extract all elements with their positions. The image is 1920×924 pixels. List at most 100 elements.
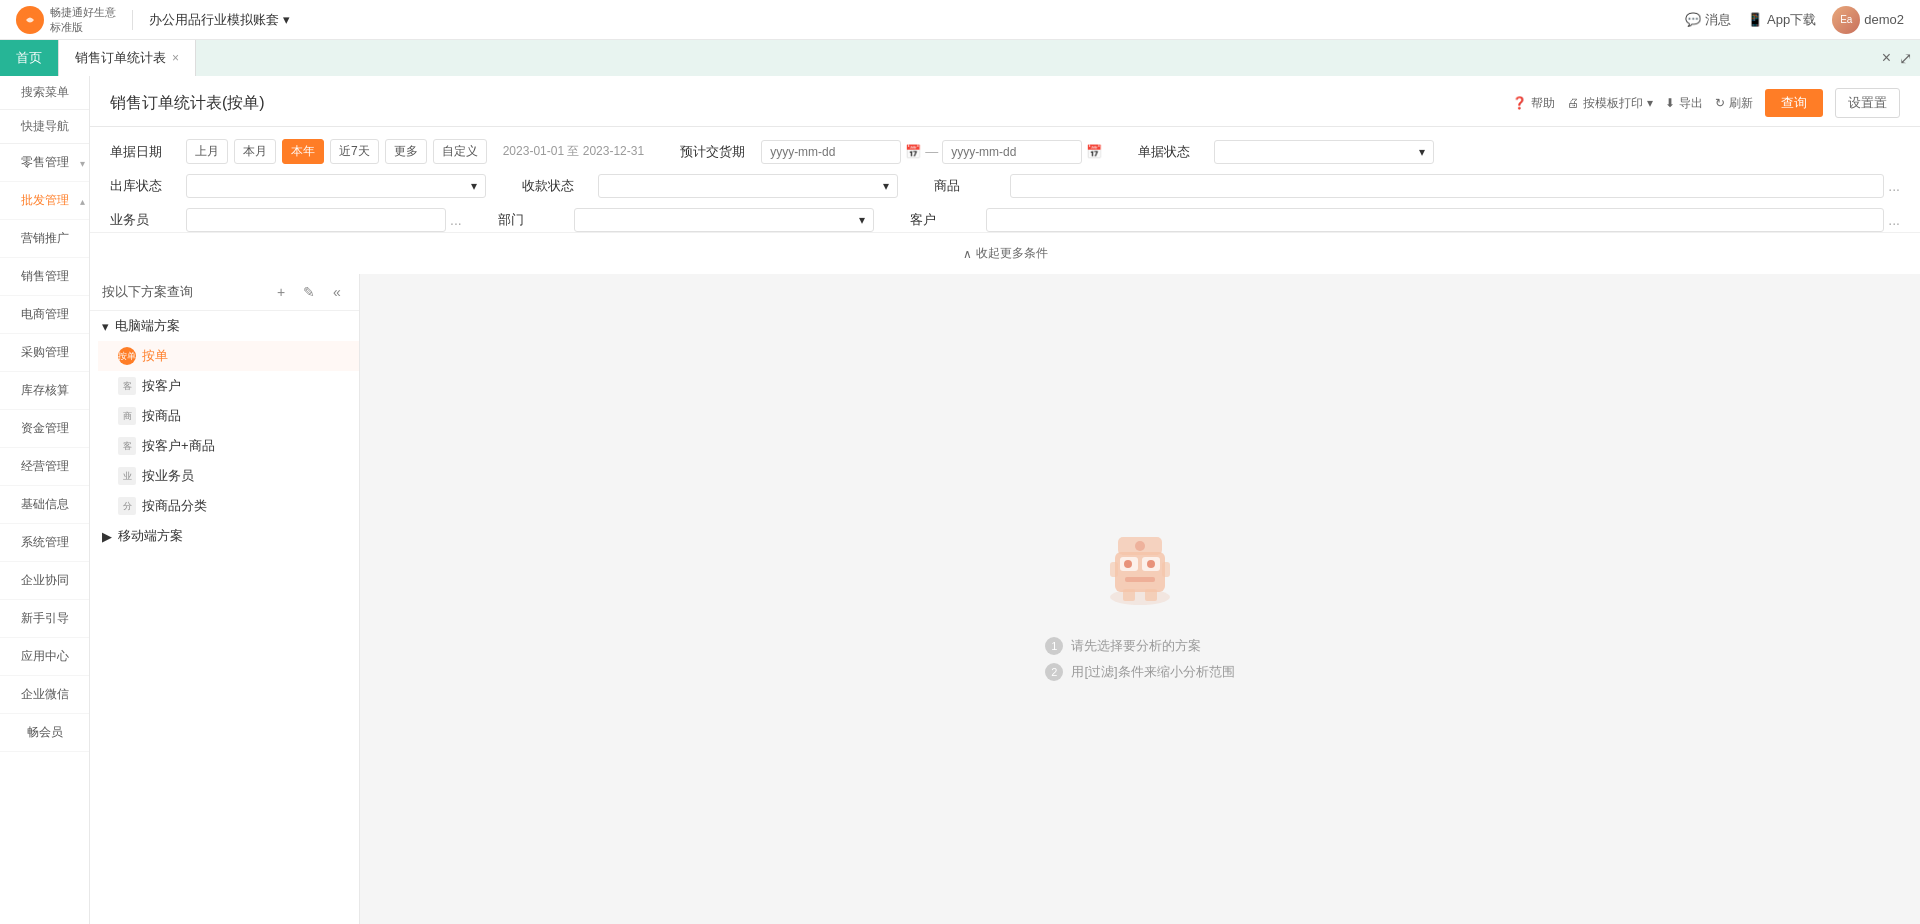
tab-sales-stat[interactable]: 销售订单统计表 × <box>59 40 196 76</box>
logo-icon <box>16 6 44 34</box>
user-menu[interactable]: Ea demo2 <box>1832 6 1904 34</box>
sidebar-item-system[interactable]: 系统管理 <box>0 524 89 562</box>
sidebar-item-enterprise[interactable]: 企业协同 <box>0 562 89 600</box>
help-button[interactable]: ❓ 帮助 <box>1512 95 1555 112</box>
logo-area: 畅捷通好生意 标准版 <box>16 5 116 34</box>
logo-divider <box>132 10 133 30</box>
svg-rect-9 <box>1162 562 1170 577</box>
settings-button[interactable]: 设置置 <box>1835 88 1900 118</box>
template-print-button[interactable]: 🖨 按模板打印 ▾ <box>1567 95 1653 112</box>
pay-status-label: 收款状态 <box>522 177 582 195</box>
sidebar-item-appcenter[interactable]: 应用中心 <box>0 638 89 676</box>
filter-row-3: 业务员 ... 部门 ▾ 客户 ... <box>110 208 1900 232</box>
tip-num-2: 2 <box>1045 663 1063 681</box>
date-btn-custom[interactable]: 自定义 <box>433 139 487 164</box>
out-status-select[interactable]: ▾ <box>186 174 486 198</box>
tree-item-by-category[interactable]: 分 按商品分类 <box>98 491 359 521</box>
add-scheme-icon[interactable]: + <box>271 282 291 302</box>
sidebar-item-purchase[interactable]: 采购管理 <box>0 334 89 372</box>
message-button[interactable]: 💬 消息 <box>1685 11 1731 29</box>
empty-illustration <box>1090 517 1190 617</box>
goods-input-area: ... <box>1010 174 1900 198</box>
collapse-icon: ∧ <box>963 247 972 261</box>
collapse-panel-icon[interactable]: « <box>327 282 347 302</box>
workspace-selector[interactable]: 办公用品行业模拟账套 ▾ <box>149 11 290 29</box>
sidebar-search[interactable]: 搜索菜单 <box>0 76 89 110</box>
customer-input[interactable] <box>986 208 1885 232</box>
print-icon: 🖨 <box>1567 96 1579 110</box>
sidebar-item-management[interactable]: 经营管理 <box>0 448 89 486</box>
empty-state: 1 请先选择要分析的方案 2 用[过滤]条件来缩小分析范围 <box>1005 477 1274 721</box>
left-panel-title: 按以下方案查询 <box>102 283 263 301</box>
refresh-button[interactable]: ↻ 刷新 <box>1715 95 1753 112</box>
avatar: Ea <box>1832 6 1860 34</box>
tree-item-by-sales[interactable]: 业 按业务员 <box>98 461 359 491</box>
sidebar-item-guide[interactable]: 新手引导 <box>0 600 89 638</box>
by-customer-icon: 客 <box>118 377 136 395</box>
tip-num-1: 1 <box>1045 637 1063 655</box>
tree-parent-pc[interactable]: ▾ 电脑端方案 <box>90 311 359 341</box>
empty-tip-1: 1 请先选择要分析的方案 <box>1045 637 1234 655</box>
sidebar-item-marketing[interactable]: 营销推广 <box>0 220 89 258</box>
dept-arrow-icon: ▾ <box>859 213 865 227</box>
filter-row-2: 出库状态 ▾ 收款状态 ▾ 商品 ... <box>110 174 1900 198</box>
tab-expand-icon[interactable]: ⤢ <box>1899 49 1912 68</box>
collapse-button[interactable]: ∧ 收起更多条件 <box>957 239 1054 268</box>
sidebar-item-member[interactable]: 畅会员 <box>0 714 89 752</box>
sales-input[interactable] <box>186 208 446 232</box>
goods-more-icon[interactable]: ... <box>1888 178 1900 194</box>
edit-scheme-icon[interactable]: ✎ <box>299 282 319 302</box>
tab-minimize-icon[interactable]: × <box>1882 49 1891 67</box>
by-goods-icon: 商 <box>118 407 136 425</box>
date-btn-last-month[interactable]: 上月 <box>186 139 228 164</box>
sales-more-icon[interactable]: ... <box>450 212 462 228</box>
sidebar-item-retail[interactable]: 零售管理 ▾ <box>0 144 89 182</box>
tree-item-by-customer[interactable]: 客 按客户 <box>98 371 359 401</box>
split-layout: 按以下方案查询 + ✎ « ▾ 电脑端方案 按单 按单 <box>90 274 1920 924</box>
tree-item-by-customer-goods[interactable]: 客 按客户+商品 <box>98 431 359 461</box>
by-category-icon: 分 <box>118 497 136 515</box>
expected-date-end[interactable] <box>942 140 1082 164</box>
date-btn-this-year[interactable]: 本年 <box>282 139 324 164</box>
status-arrow-icon: ▾ <box>1419 145 1425 159</box>
sidebar-item-ecommerce[interactable]: 电商管理 <box>0 296 89 334</box>
customer-more-icon[interactable]: ... <box>1888 212 1900 228</box>
status-select[interactable]: ▾ <box>1214 140 1434 164</box>
tree-item-by-order[interactable]: 按单 按单 <box>98 341 359 371</box>
tree-item-by-goods[interactable]: 商 按商品 <box>98 401 359 431</box>
date-separator: — <box>925 144 938 159</box>
expected-date-start[interactable] <box>761 140 901 164</box>
dept-select[interactable]: ▾ <box>574 208 874 232</box>
sidebar-item-wechat[interactable]: 企业微信 <box>0 676 89 714</box>
sidebar-item-wholesale[interactable]: 批发管理 ▴ <box>0 182 89 220</box>
logo-text: 畅捷通好生意 标准版 <box>50 5 116 34</box>
workspace-arrow-icon: ▾ <box>283 12 290 27</box>
export-button[interactable]: ⬇ 导出 <box>1665 95 1703 112</box>
by-sales-icon: 业 <box>118 467 136 485</box>
tree-parent-mobile[interactable]: ▶ 移动端方案 <box>90 521 359 551</box>
sidebar-item-sales[interactable]: 销售管理 <box>0 258 89 296</box>
tab-home[interactable]: 首页 <box>0 40 59 76</box>
sidebar-item-basic[interactable]: 基础信息 <box>0 486 89 524</box>
date-btn-7days[interactable]: 近7天 <box>330 139 379 164</box>
app-download-button[interactable]: 📱 App下载 <box>1747 11 1816 29</box>
page-header: 销售订单统计表(按单) ❓ 帮助 🖨 按模板打印 ▾ ⬇ 导出 ↻ 刷新 <box>90 76 1920 127</box>
pay-status-select[interactable]: ▾ <box>598 174 898 198</box>
top-bar: 畅捷通好生意 标准版 办公用品行业模拟账套 ▾ 💬 消息 📱 App下载 Ea … <box>0 0 1920 40</box>
sales-input-area: ... <box>186 208 462 232</box>
customer-label: 客户 <box>910 211 970 229</box>
query-button[interactable]: 查询 <box>1765 89 1823 117</box>
goods-input[interactable] <box>1010 174 1884 198</box>
dept-label: 部门 <box>498 211 558 229</box>
sidebar-item-finance[interactable]: 资金管理 <box>0 410 89 448</box>
sidebar-quick[interactable]: 快捷导航 <box>0 110 89 144</box>
customer-input-area: ... <box>986 208 1900 232</box>
sidebar-item-inventory[interactable]: 库存核算 <box>0 372 89 410</box>
tab-close-icon[interactable]: × <box>172 51 179 65</box>
date-btn-more[interactable]: 更多 <box>385 139 427 164</box>
svg-point-6 <box>1147 560 1155 568</box>
svg-rect-11 <box>1145 589 1157 601</box>
tree-sub-pc: 按单 按单 客 按客户 商 按商品 <box>90 341 359 521</box>
date-btn-this-month[interactable]: 本月 <box>234 139 276 164</box>
by-customer-goods-icon: 客 <box>118 437 136 455</box>
